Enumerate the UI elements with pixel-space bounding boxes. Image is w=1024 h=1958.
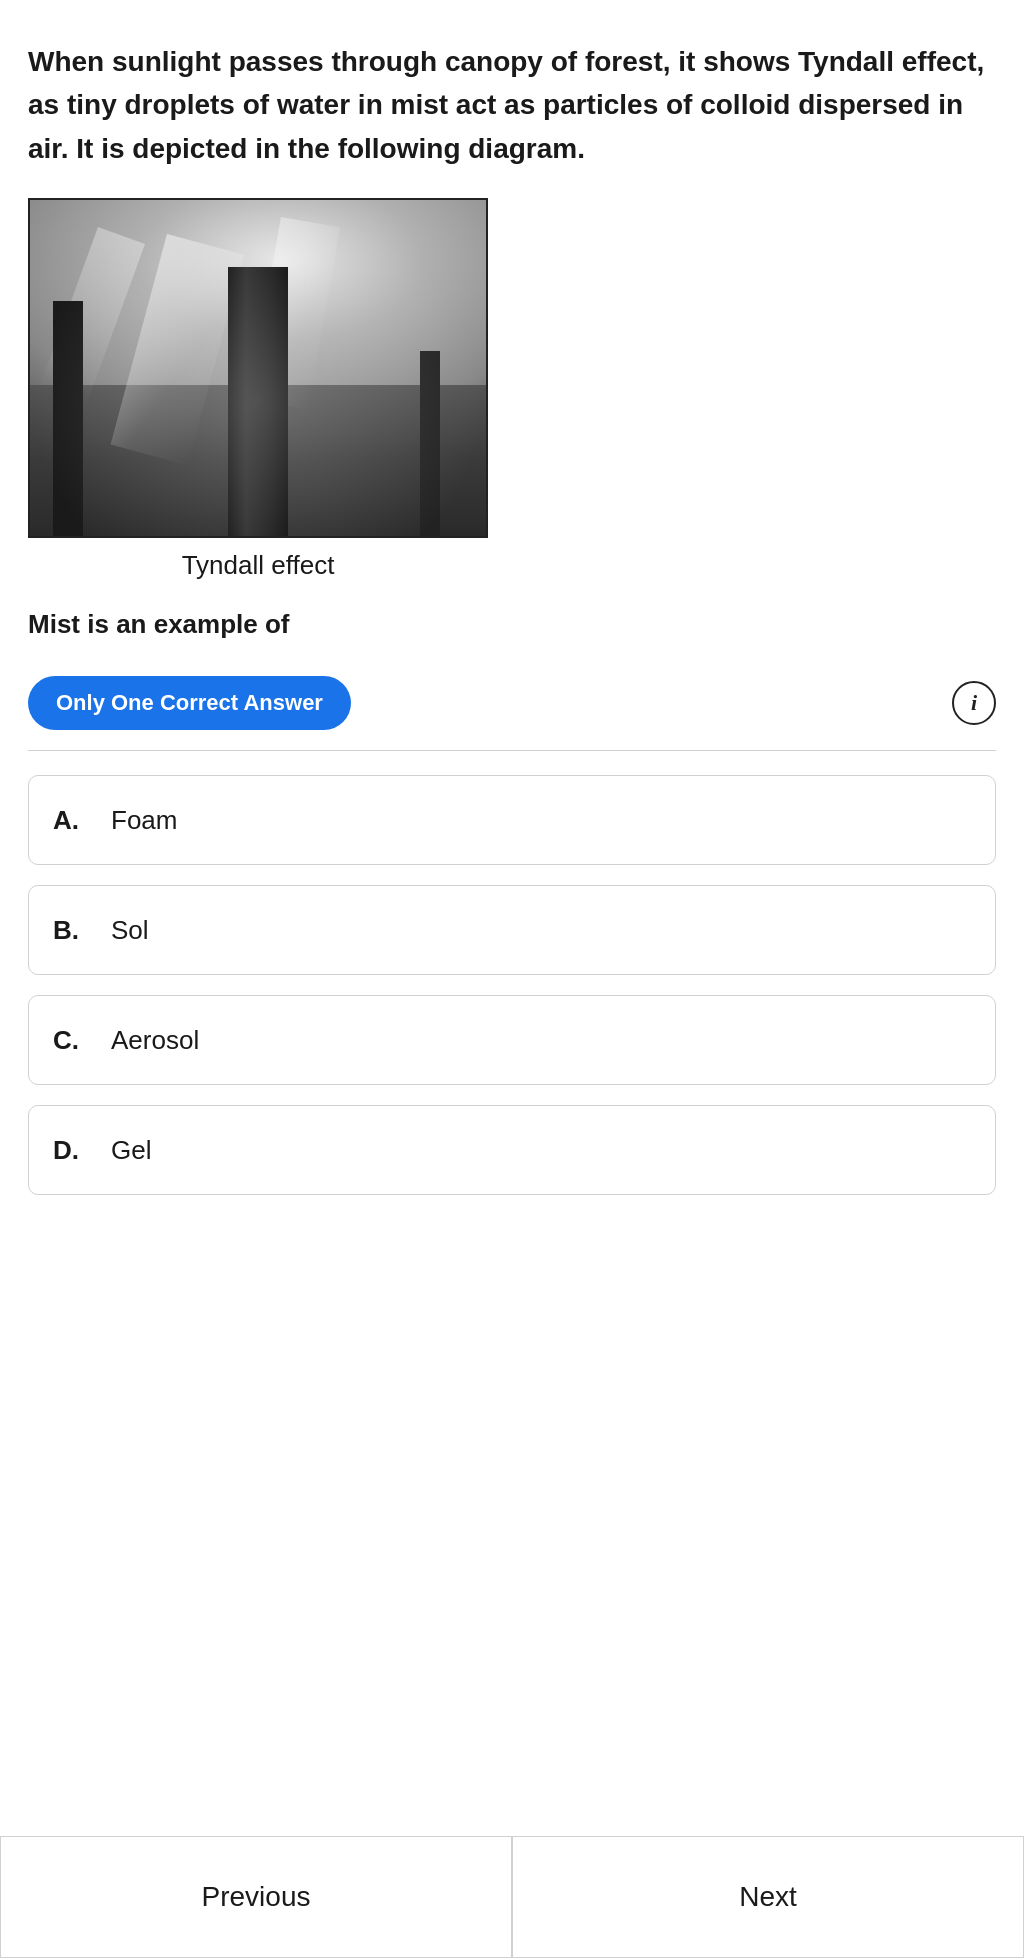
option-a-text: Foam — [111, 805, 177, 836]
option-d[interactable]: D. Gel — [28, 1105, 996, 1195]
option-b-text: Sol — [111, 915, 149, 946]
option-d-text: Gel — [111, 1135, 151, 1166]
previous-button[interactable]: Previous — [0, 1836, 512, 1958]
image-container: Tyndall effect — [28, 198, 996, 581]
option-a-letter: A. — [53, 805, 83, 836]
page-container: When sunlight passes through canopy of f… — [0, 0, 1024, 1958]
question-text: When sunlight passes through canopy of f… — [28, 40, 996, 170]
options-container: A. Foam B. Sol C. Aerosol D. Gel — [28, 775, 996, 1195]
info-icon[interactable]: i — [952, 681, 996, 725]
answer-type-row: Only One Correct Answer i — [28, 676, 996, 730]
option-c-text: Aerosol — [111, 1025, 199, 1056]
answer-type-badge[interactable]: Only One Correct Answer — [28, 676, 351, 730]
mist-overlay — [30, 200, 486, 536]
option-c[interactable]: C. Aerosol — [28, 995, 996, 1085]
option-b-letter: B. — [53, 915, 83, 946]
tyndall-image — [28, 198, 488, 538]
next-button[interactable]: Next — [512, 1836, 1024, 1958]
option-a[interactable]: A. Foam — [28, 775, 996, 865]
option-d-letter: D. — [53, 1135, 83, 1166]
option-c-letter: C. — [53, 1025, 83, 1056]
divider — [28, 750, 996, 751]
image-caption: Tyndall effect — [28, 550, 488, 581]
sub-question: Mist is an example of — [28, 609, 996, 640]
option-b[interactable]: B. Sol — [28, 885, 996, 975]
bottom-nav: Previous Next — [0, 1836, 1024, 1958]
